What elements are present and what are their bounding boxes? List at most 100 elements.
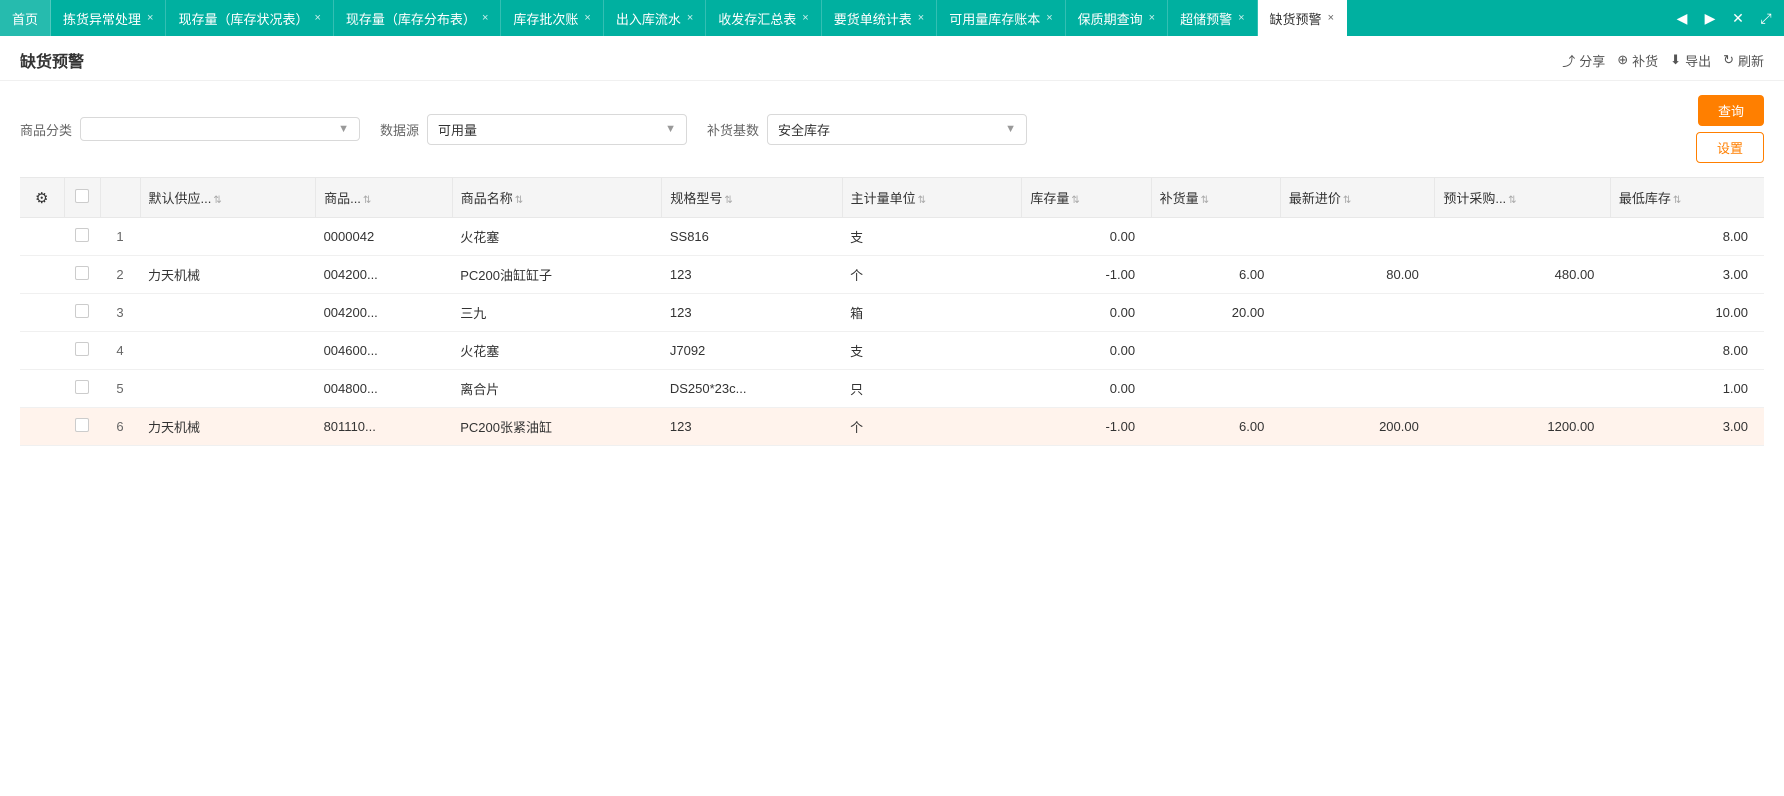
row-unit-3: 支	[842, 332, 1022, 370]
page-title: 缺货预警	[20, 48, 84, 72]
row-latest_price-5: 200.00	[1280, 408, 1435, 446]
row-checkbox-input-2[interactable]	[75, 304, 89, 318]
col-header-spec[interactable]: 规格型号⇅	[662, 178, 842, 218]
nav-tab-close-bale[interactable]: ×	[147, 12, 153, 24]
nav-tab-stock1[interactable]: 现存量（库存状况表） ×	[166, 0, 333, 36]
nav-close-btn[interactable]: ✕	[1724, 4, 1752, 32]
table-row: 4004600...火花塞J7092支0.008.00	[20, 332, 1764, 370]
row-checkbox-input-3[interactable]	[75, 342, 89, 356]
row-latest_price-0	[1280, 218, 1435, 256]
data-source-label: 数据源	[380, 120, 419, 139]
nav-tab-close-available[interactable]: ×	[1046, 12, 1052, 24]
nav-tab-close-inout[interactable]: ×	[687, 12, 693, 24]
col-label-latest_price: 最新进价	[1289, 191, 1341, 206]
col-header-min_stock[interactable]: 最低库存⇅	[1610, 178, 1764, 218]
col-header-code[interactable]: 商品...⇅	[316, 178, 453, 218]
col-header-index	[100, 178, 140, 218]
col-label-code: 商品...	[324, 191, 361, 206]
settings-button[interactable]: 设置	[1696, 132, 1764, 163]
nav-next-btn[interactable]: ▶	[1696, 4, 1724, 32]
nav-tab-bale[interactable]: 拣货异常处理×	[51, 0, 166, 36]
col-header-estimated[interactable]: 预计采购...⇅	[1435, 178, 1611, 218]
nav-tab-close-stock2[interactable]: ×	[482, 12, 488, 24]
share-button[interactable]: ⤴ 分享	[1562, 51, 1605, 70]
gear-icon[interactable]: ⚙	[35, 190, 48, 207]
category-dropdown-icon: ▼	[338, 123, 349, 135]
row-checkbox-2[interactable]	[64, 294, 100, 332]
col-label-replenish: 补货量	[1160, 191, 1199, 206]
export-button[interactable]: ⬇ 导出	[1670, 51, 1711, 70]
row-checkbox-3[interactable]	[64, 332, 100, 370]
row-checkbox-input-4[interactable]	[75, 380, 89, 394]
col-header-settings: ⚙	[20, 178, 64, 218]
col-header-replenish[interactable]: 补货量⇅	[1151, 178, 1280, 218]
nav-tab-shortage[interactable]: 缺货预警×	[1258, 0, 1347, 36]
nav-expand-btn[interactable]: ⤢	[1752, 4, 1780, 32]
nav-tab-label-stock1: 现存量（库存状况表）	[178, 9, 308, 28]
row-index-1: 2	[100, 256, 140, 294]
col-header-supplier[interactable]: 默认供应...⇅	[140, 178, 316, 218]
col-label-unit: 主计量单位	[851, 191, 916, 206]
col-header-latest_price[interactable]: 最新进价⇅	[1280, 178, 1435, 218]
nav-tab-close-demand[interactable]: ×	[918, 12, 924, 24]
nav-tab-close-collect[interactable]: ×	[802, 12, 808, 24]
row-checkbox-input-0[interactable]	[75, 228, 89, 242]
refresh-button[interactable]: ↻ 刷新	[1723, 51, 1764, 70]
col-header-stock[interactable]: 库存量⇅	[1022, 178, 1151, 218]
row-min_stock-4: 1.00	[1610, 370, 1764, 408]
replenish-basis-dropdown-icon: ▼	[1005, 123, 1016, 135]
row-estimated-2	[1435, 294, 1611, 332]
col-label-estimated: 预计采购...	[1443, 191, 1506, 206]
nav-tab-close-shortage[interactable]: ×	[1328, 12, 1334, 24]
row-checkbox-input-5[interactable]	[75, 418, 89, 432]
row-checkbox-0[interactable]	[64, 218, 100, 256]
nav-tab-close-overstock[interactable]: ×	[1238, 12, 1244, 24]
nav-tab-expiry[interactable]: 保质期查询×	[1066, 0, 1168, 36]
nav-tab-demand[interactable]: 要货单统计表×	[822, 0, 937, 36]
row-index-2: 3	[100, 294, 140, 332]
row-stock-2: 0.00	[1022, 294, 1151, 332]
row-checkbox-1[interactable]	[64, 256, 100, 294]
nav-tab-available[interactable]: 可用量库存账本×	[937, 0, 1065, 36]
row-stock-1: -1.00	[1022, 256, 1151, 294]
row-checkbox-4[interactable]	[64, 370, 100, 408]
nav-tab-label-batch: 库存批次账	[513, 9, 578, 28]
row-estimated-0	[1435, 218, 1611, 256]
row-latest_price-2	[1280, 294, 1435, 332]
nav-prev-btn[interactable]: ◀	[1668, 4, 1696, 32]
row-replenish-1: 6.00	[1151, 256, 1280, 294]
category-select[interactable]: ▼	[80, 117, 360, 141]
nav-tab-inout[interactable]: 出入库流水×	[604, 0, 706, 36]
nav-tab-home[interactable]: 首页	[0, 0, 51, 36]
row-code-5: 801110...	[316, 408, 453, 446]
row-spec-5: 123	[662, 408, 842, 446]
replenish-button[interactable]: ⊕ 补货	[1617, 51, 1658, 70]
col-label-name: 商品名称	[461, 191, 513, 206]
row-stock-5: -1.00	[1022, 408, 1151, 446]
nav-tab-stock2[interactable]: 现存量（库存分布表）×	[334, 0, 501, 36]
nav-tab-close-batch[interactable]: ×	[584, 12, 590, 24]
category-filter-group: 商品分类 ▼	[20, 117, 360, 141]
row-checkbox-5[interactable]	[64, 408, 100, 446]
col-header-unit[interactable]: 主计量单位⇅	[842, 178, 1022, 218]
nav-tab-close-expiry[interactable]: ×	[1149, 12, 1155, 24]
row-stock-0: 0.00	[1022, 218, 1151, 256]
data-source-select[interactable]: 可用量 ▼	[427, 114, 687, 145]
nav-tab-close-stock1[interactable]: ×	[314, 12, 320, 24]
nav-tab-overstock[interactable]: 超储预警×	[1168, 0, 1257, 36]
replenish-basis-select[interactable]: 安全库存 ▼	[767, 114, 1027, 145]
nav-tab-label-collect: 收发存汇总表	[718, 9, 796, 28]
row-spec-0: SS816	[662, 218, 842, 256]
row-settings-4	[20, 370, 64, 408]
sort-icon-stock: ⇅	[1071, 195, 1079, 206]
nav-tab-collect[interactable]: 收发存汇总表 ×	[706, 0, 821, 36]
row-supplier-4	[140, 370, 316, 408]
header-checkbox[interactable]	[75, 189, 89, 203]
top-navigation: 首页拣货异常处理×现存量（库存状况表）×现存量（库存分布表）×库存批次账×出入库…	[0, 0, 1784, 36]
col-header-name[interactable]: 商品名称⇅	[452, 178, 662, 218]
query-button[interactable]: 查询	[1698, 95, 1764, 126]
nav-tab-batch[interactable]: 库存批次账 ×	[501, 0, 603, 36]
sort-icon-replenish: ⇅	[1201, 195, 1209, 206]
row-checkbox-input-1[interactable]	[75, 266, 89, 280]
page-header: 缺货预警 ⤴ 分享 ⊕ 补货 ⬇ 导出 ↻ 刷新	[0, 36, 1784, 81]
